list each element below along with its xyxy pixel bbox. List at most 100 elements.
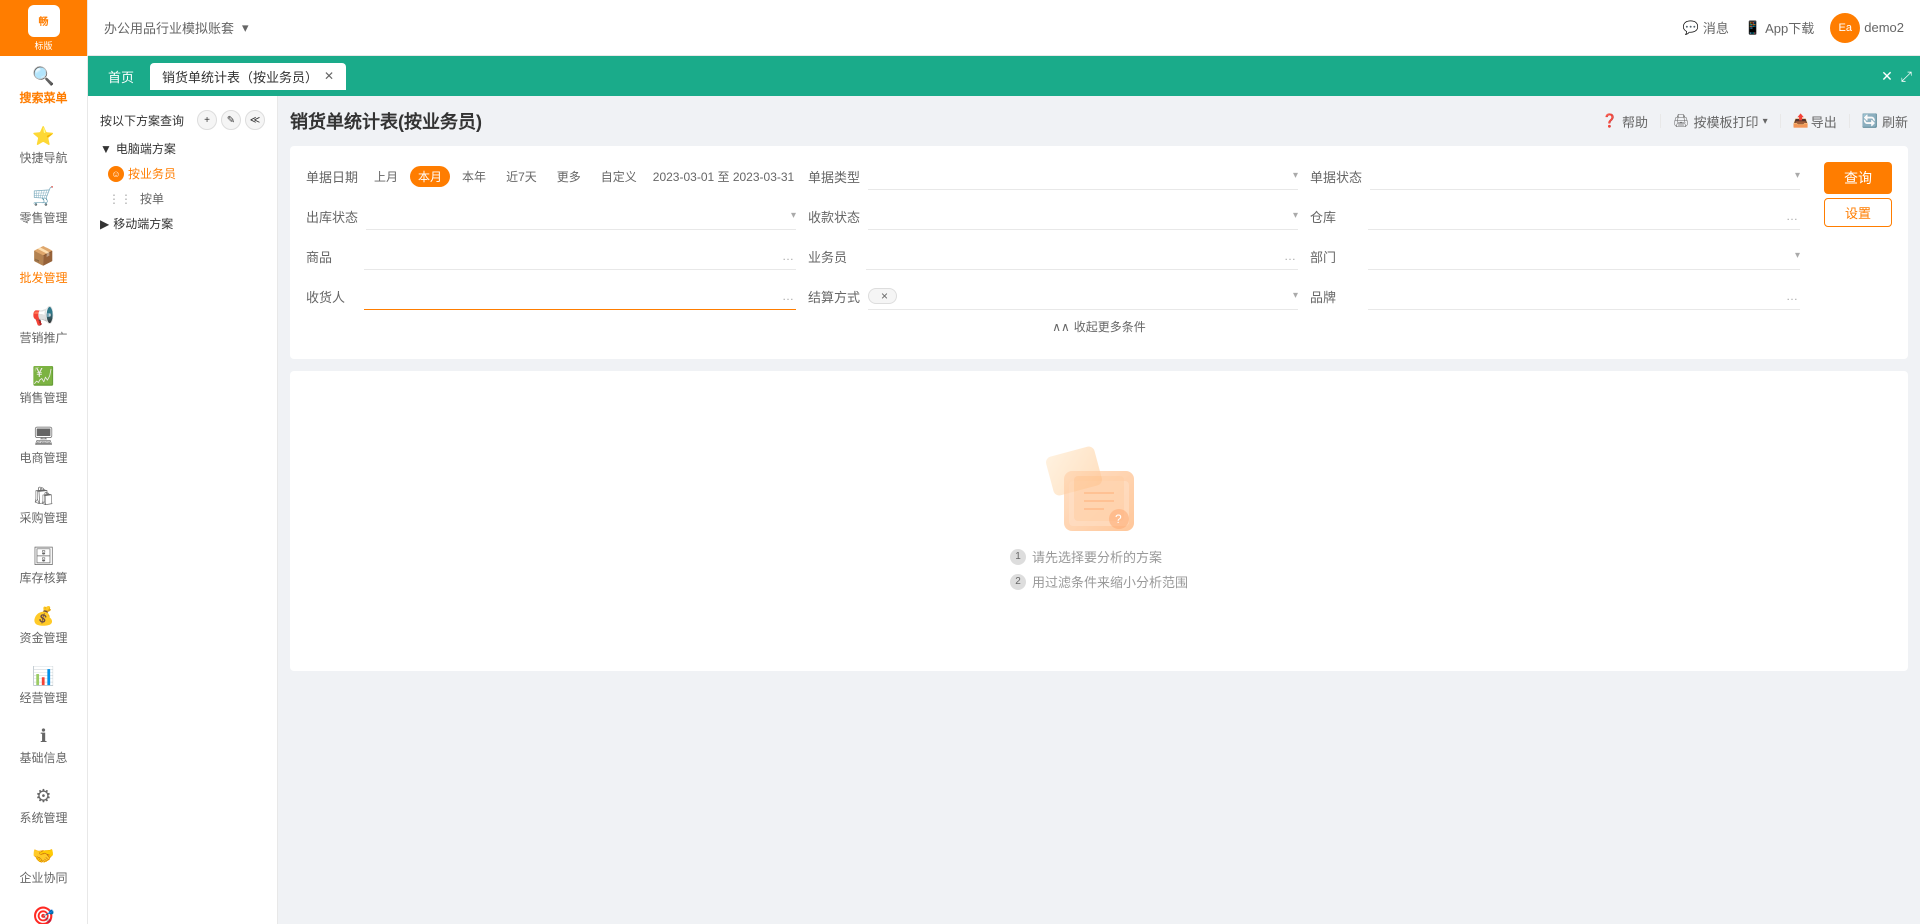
sidebar-inventory-label: 库存核算: [19, 569, 67, 586]
app-download-item[interactable]: 📱 App下载: [1745, 18, 1814, 37]
goods-control[interactable]: …: [364, 242, 796, 270]
sidebar-retail-label: 零售管理: [19, 209, 67, 226]
dropdown-icon[interactable]: ▾: [242, 20, 249, 36]
tree-item-pc[interactable]: ▼ 电脑端方案: [88, 136, 277, 161]
panel-collapse-btn[interactable]: ≪: [245, 110, 265, 130]
tree-salesperson-label: 按业务员: [128, 165, 176, 182]
sidebar-item-ecommerce[interactable]: 🖥 电商管理: [0, 416, 87, 476]
shortcut-icon: ⭐: [32, 126, 54, 147]
tab-report[interactable]: 销货单统计表（按业务员） ✕: [150, 63, 346, 90]
dept-caret: ▾: [1795, 250, 1800, 261]
filter-row-2: 出库状态 ▾ 收款状态 ▾: [306, 202, 1800, 230]
page-title: 销货单统计表(按业务员): [290, 108, 482, 134]
sidebar-item-sales[interactable]: 💹 销售管理: [0, 356, 87, 416]
sidebar-item-newbie[interactable]: 🎯 新手引导: [0, 896, 87, 924]
salesperson-dots: …: [1284, 249, 1298, 263]
refresh-btn[interactable]: 🔄 刷新: [1862, 112, 1908, 131]
tree-expand-icon: ▼: [100, 142, 112, 156]
sidebar-item-enterprise[interactable]: 🤝 企业协同: [0, 836, 87, 896]
tabbar: 首页 销货单统计表（按业务员） ✕ ✕ ⤢: [88, 56, 1920, 96]
brand-dots: …: [1786, 289, 1800, 303]
panel-actions: + ✎ ≪: [197, 110, 265, 130]
doc-status-control[interactable]: ▾: [1370, 162, 1800, 190]
main-area: 办公用品行业模拟账套 ▾ 💬 消息 📱 App下载 Ea demo2 首页: [88, 0, 1920, 924]
sidebar-shortcut-label: 快捷导航: [19, 149, 67, 166]
date-range: 2023-03-01 至 2023-03-31: [653, 168, 794, 185]
sidebar-sales-label: 销售管理: [19, 389, 67, 406]
out-status-control[interactable]: ▾: [366, 202, 796, 230]
hint2-num: 2: [1010, 574, 1026, 590]
warehouse-dots: …: [1786, 209, 1800, 223]
inventory-icon: 🗄: [32, 546, 55, 567]
salesperson-control[interactable]: …: [866, 242, 1298, 270]
sidebar-item-purchase[interactable]: 🛍 采购管理: [0, 476, 87, 536]
close-window-icon[interactable]: ✕: [1881, 68, 1893, 85]
dept-control[interactable]: ▾: [1368, 242, 1800, 270]
doc-type-label: 单据类型: [808, 167, 860, 186]
sidebar-item-search[interactable]: 🔍 搜索菜单: [0, 56, 87, 116]
sidebar-item-basic[interactable]: ℹ 基础信息: [0, 716, 87, 776]
salesperson-tree-icon: ☺: [108, 166, 124, 182]
sidebar-item-system[interactable]: ⚙ 系统管理: [0, 776, 87, 836]
empty-container: ? 1 请先选择要分析的方案 2 用过滤条件来缩小分析范围: [290, 371, 1908, 671]
svg-text:?: ?: [1115, 512, 1122, 526]
avatar-text: Ea: [1839, 22, 1852, 34]
panel-add-btn[interactable]: +: [197, 110, 217, 130]
tree-item-mobile[interactable]: ▶ 移动端方案: [88, 211, 277, 236]
payment-tag[interactable]: ×: [868, 288, 897, 304]
recipient-control[interactable]: …: [364, 282, 796, 310]
export-label: 导出: [1811, 112, 1837, 131]
search-icon: 🔍: [32, 66, 54, 87]
sales-icon: 💹: [32, 366, 54, 387]
collapse-up-icon: ∧∧: [1052, 320, 1070, 334]
tree-item-order[interactable]: ⋮⋮ 按单: [88, 186, 277, 211]
tree-order-label: 按单: [140, 190, 164, 207]
date-tab-more[interactable]: 更多: [549, 166, 589, 187]
message-label: 消息: [1703, 18, 1729, 37]
user-item[interactable]: Ea demo2: [1830, 13, 1904, 43]
divider1: [1660, 114, 1661, 128]
enterprise-icon: 🤝: [32, 846, 54, 867]
dept-label: 部门: [1310, 247, 1360, 266]
tree-item-salesperson[interactable]: ☺ 按业务员: [88, 161, 277, 186]
print-btn[interactable]: 🖨 按模板打印 ▾: [1673, 112, 1768, 131]
sidebar-item-finance[interactable]: 💰 资金管理: [0, 596, 87, 656]
date-tab-thismonth[interactable]: 本月: [410, 166, 450, 187]
date-tab-7days[interactable]: 近7天: [498, 166, 545, 187]
message-item[interactable]: 💬 消息: [1683, 18, 1729, 37]
system-icon: ⚙: [35, 786, 51, 807]
tab-close-icon[interactable]: ✕: [324, 69, 334, 83]
app-download-label: App下载: [1765, 18, 1814, 37]
sidebar-item-shortcut[interactable]: ⭐ 快捷导航: [0, 116, 87, 176]
payment-tag-close-icon[interactable]: ×: [881, 289, 888, 303]
panel-edit-btn[interactable]: ✎: [221, 110, 241, 130]
date-tab-lastmonth[interactable]: 上月: [366, 166, 406, 187]
setting-button[interactable]: 设置: [1824, 198, 1892, 227]
sidebar-item-operation[interactable]: 📊 经营管理: [0, 656, 87, 716]
collapse-bar[interactable]: ∧∧ 收起更多条件: [306, 310, 1892, 343]
help-btn[interactable]: ❓ 帮助: [1602, 112, 1648, 131]
export-btn[interactable]: 📤 导出: [1793, 112, 1837, 131]
date-tab-thisyear[interactable]: 本年: [454, 166, 494, 187]
divider3: [1849, 114, 1850, 128]
filter-doc-type: 单据类型 ▾: [808, 162, 1298, 190]
warehouse-control[interactable]: …: [1368, 202, 1800, 230]
date-tab-custom[interactable]: 自定义: [593, 166, 645, 187]
sidebar-item-inventory[interactable]: 🗄 库存核算: [0, 536, 87, 596]
date-tabs: 上月 本月 本年 近7天 更多 自定义: [366, 166, 645, 187]
sidebar-item-marketing[interactable]: 📢 营销推广: [0, 296, 87, 356]
sidebar-system-label: 系统管理: [19, 809, 67, 826]
doc-type-control[interactable]: ▾: [868, 162, 1298, 190]
sidebar-item-retail[interactable]: 🛒 零售管理: [0, 176, 87, 236]
collect-status-control[interactable]: ▾: [868, 202, 1298, 230]
filter-row-3: 商品 … 业务员 …: [306, 242, 1800, 270]
topbar: 办公用品行业模拟账套 ▾ 💬 消息 📱 App下载 Ea demo2: [88, 0, 1920, 56]
brand-label: 品牌: [1310, 287, 1360, 306]
tab-home[interactable]: 首页: [96, 63, 146, 90]
operation-icon: 📊: [32, 666, 54, 687]
collect-status-caret: ▾: [1293, 210, 1298, 221]
query-button[interactable]: 查询: [1824, 162, 1892, 194]
maximize-icon[interactable]: ⤢: [1901, 68, 1912, 85]
brand-control[interactable]: …: [1368, 282, 1800, 310]
sidebar-item-wholesale[interactable]: 📦 批发管理: [0, 236, 87, 296]
